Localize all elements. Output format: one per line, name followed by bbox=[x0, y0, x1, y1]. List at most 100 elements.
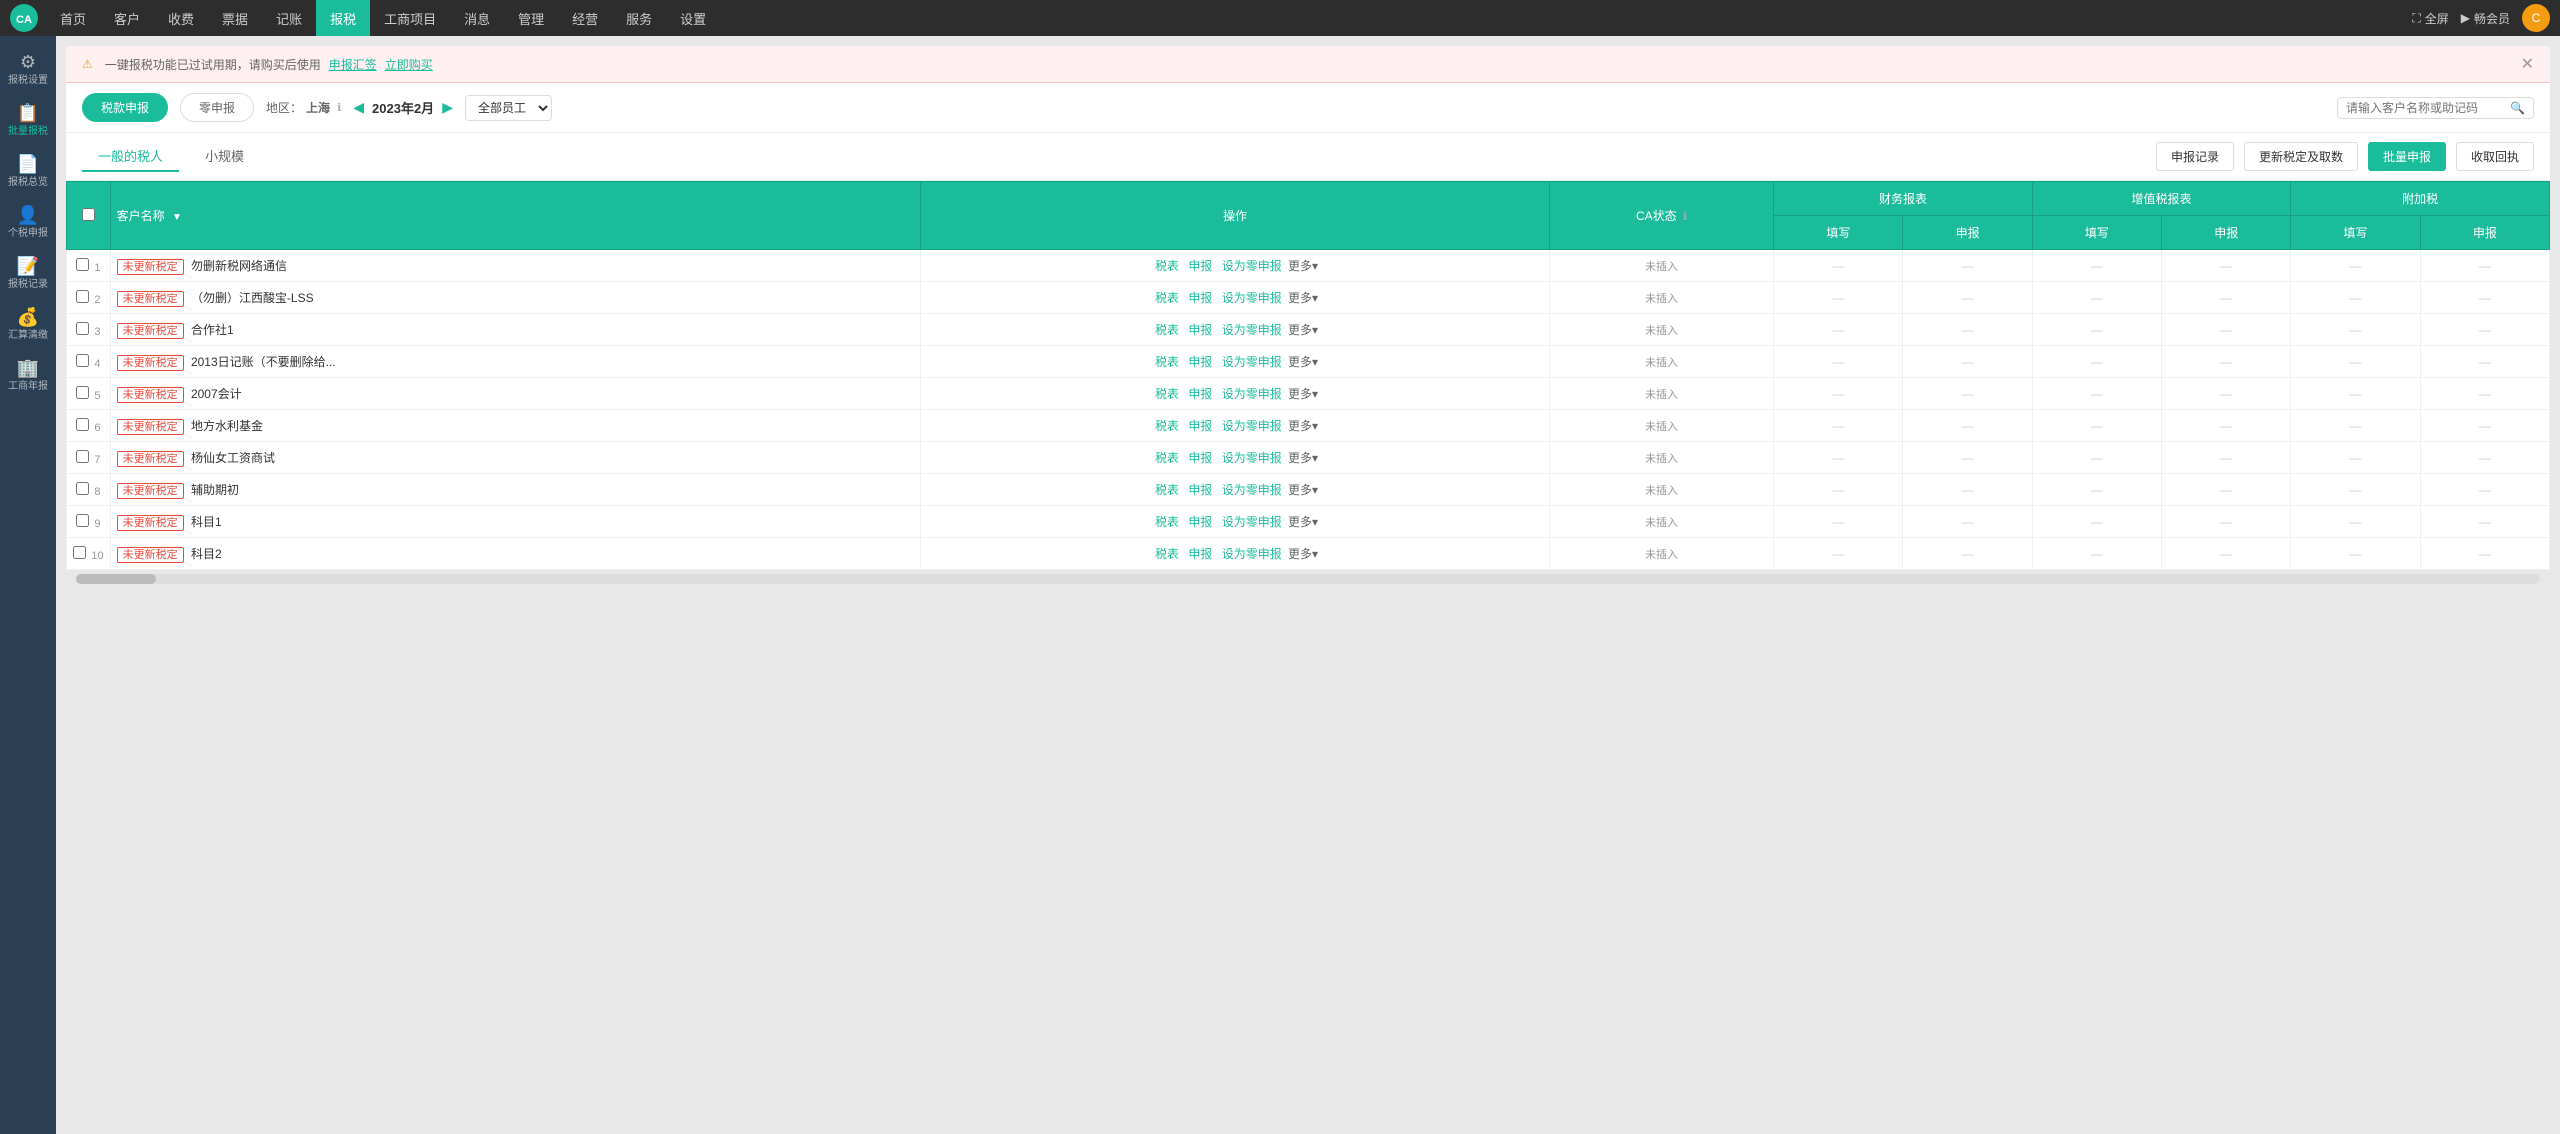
op-zero-declare[interactable]: 设为零申报 bbox=[1222, 323, 1282, 337]
op-declare[interactable]: 申报 bbox=[1188, 419, 1212, 433]
row-tax-declare: — bbox=[2162, 442, 2291, 474]
op-zero-declare[interactable]: 设为零申报 bbox=[1222, 547, 1282, 561]
op-tax-form[interactable]: 税表 bbox=[1155, 419, 1179, 433]
date-next-button[interactable]: ▶ bbox=[442, 99, 453, 116]
nav-invoice[interactable]: 票据 bbox=[208, 0, 262, 36]
logo[interactable]: CA bbox=[10, 4, 38, 32]
op-more[interactable]: 更多▾ bbox=[1288, 323, 1318, 337]
batch-declare-button[interactable]: 批量申报 bbox=[2368, 142, 2446, 171]
op-more[interactable]: 更多▾ bbox=[1288, 547, 1318, 561]
tab-tax-declaration[interactable]: 税款申报 bbox=[82, 93, 168, 122]
op-declare[interactable]: 申报 bbox=[1188, 387, 1212, 401]
select-all-checkbox[interactable] bbox=[82, 208, 95, 221]
alert-close-button[interactable]: ✕ bbox=[2521, 54, 2534, 74]
op-zero-declare[interactable]: 设为零申报 bbox=[1222, 355, 1282, 369]
row-checkbox-0[interactable] bbox=[76, 258, 89, 271]
row-checkbox-5[interactable] bbox=[76, 418, 89, 431]
op-declare[interactable]: 申报 bbox=[1188, 451, 1212, 465]
nav-operations[interactable]: 经营 bbox=[558, 0, 612, 36]
declaration-records-button[interactable]: 申报记录 bbox=[2156, 142, 2234, 171]
nav-home[interactable]: 首页 bbox=[46, 0, 100, 36]
op-more[interactable]: 更多▾ bbox=[1288, 259, 1318, 273]
op-zero-declare[interactable]: 设为零申报 bbox=[1222, 451, 1282, 465]
alert-link-buy[interactable]: 立即购买 bbox=[385, 56, 433, 73]
nav-business[interactable]: 工商项目 bbox=[370, 0, 450, 36]
row-checkbox-2[interactable] bbox=[76, 322, 89, 335]
sort-icon[interactable]: ▼ bbox=[172, 212, 182, 223]
fullscreen-button[interactable]: ⛶ 全屏 bbox=[2412, 10, 2448, 27]
tab-general-taxpayer[interactable]: 一般的税人 bbox=[82, 141, 179, 172]
op-zero-declare[interactable]: 设为零申报 bbox=[1222, 259, 1282, 273]
op-declare[interactable]: 申报 bbox=[1188, 291, 1212, 305]
nav-billing[interactable]: 收费 bbox=[154, 0, 208, 36]
staff-select[interactable]: 全部员工 bbox=[465, 95, 552, 121]
op-zero-declare[interactable]: 设为零申报 bbox=[1222, 387, 1282, 401]
retrieve-receipt-button[interactable]: 收取回执 bbox=[2456, 142, 2534, 171]
nav-service[interactable]: 服务 bbox=[612, 0, 666, 36]
op-declare[interactable]: 申报 bbox=[1188, 547, 1212, 561]
op-tax-form[interactable]: 税表 bbox=[1155, 451, 1179, 465]
row-fin-declare: — bbox=[1903, 346, 2032, 378]
tab-zero-declaration[interactable]: 零申报 bbox=[180, 93, 254, 122]
date-prev-button[interactable]: ◀ bbox=[353, 99, 364, 116]
search-icon[interactable]: 🔍 bbox=[2510, 101, 2525, 115]
nav-tax[interactable]: 报税 bbox=[316, 0, 370, 36]
op-tax-form[interactable]: 税表 bbox=[1155, 291, 1179, 305]
sidebar-item-personal-tax[interactable]: 👤 个税申报 bbox=[0, 197, 56, 248]
op-tax-form[interactable]: 税表 bbox=[1155, 515, 1179, 529]
sidebar-item-tax-settings[interactable]: ⚙ 报税设置 bbox=[0, 44, 56, 95]
update-tax-button[interactable]: 更新税定及取数 bbox=[2244, 142, 2358, 171]
nav-management[interactable]: 管理 bbox=[504, 0, 558, 36]
op-tax-form[interactable]: 税表 bbox=[1155, 483, 1179, 497]
ca-info-icon[interactable]: ℹ bbox=[1683, 211, 1687, 223]
row-checkbox-6[interactable] bbox=[76, 450, 89, 463]
row-checkbox-3[interactable] bbox=[76, 354, 89, 367]
op-more[interactable]: 更多▾ bbox=[1288, 291, 1318, 305]
op-tax-form[interactable]: 税表 bbox=[1155, 547, 1179, 561]
nav-message[interactable]: 消息 bbox=[450, 0, 504, 36]
scroll-track[interactable] bbox=[76, 574, 2540, 584]
op-declare[interactable]: 申报 bbox=[1188, 259, 1212, 273]
region-info-icon[interactable]: ℹ bbox=[337, 101, 341, 114]
row-checkbox-7[interactable] bbox=[76, 482, 89, 495]
op-declare[interactable]: 申报 bbox=[1188, 515, 1212, 529]
row-checkbox-9[interactable] bbox=[73, 546, 86, 559]
op-zero-declare[interactable]: 设为零申报 bbox=[1222, 291, 1282, 305]
row-checkbox-4[interactable] bbox=[76, 386, 89, 399]
op-more[interactable]: 更多▾ bbox=[1288, 387, 1318, 401]
nav-customer[interactable]: 客户 bbox=[100, 0, 154, 36]
op-tax-form[interactable]: 税表 bbox=[1155, 259, 1179, 273]
tab-small-scale[interactable]: 小规模 bbox=[189, 141, 260, 172]
user-avatar[interactable]: C bbox=[2522, 4, 2550, 32]
op-tax-form[interactable]: 税表 bbox=[1155, 323, 1179, 337]
op-declare[interactable]: 申报 bbox=[1188, 355, 1212, 369]
op-declare[interactable]: 申报 bbox=[1188, 323, 1212, 337]
op-zero-declare[interactable]: 设为零申报 bbox=[1222, 483, 1282, 497]
op-declare[interactable]: 申报 bbox=[1188, 483, 1212, 497]
op-more[interactable]: 更多▾ bbox=[1288, 515, 1318, 529]
alert-link-report[interactable]: 申报汇签 bbox=[329, 56, 377, 73]
row-checkbox-1[interactable] bbox=[76, 290, 89, 303]
op-tax-form[interactable]: 税表 bbox=[1155, 355, 1179, 369]
sidebar-item-tax-overview[interactable]: 📄 报税总览 bbox=[0, 146, 56, 197]
op-more[interactable]: 更多▾ bbox=[1288, 483, 1318, 497]
nav-settings[interactable]: 设置 bbox=[666, 0, 720, 36]
row-checkbox-cell: 9 bbox=[67, 506, 111, 538]
sidebar-item-settlement[interactable]: 💰 汇算清缴 bbox=[0, 299, 56, 350]
row-checkbox-8[interactable] bbox=[76, 514, 89, 527]
sidebar-item-tax-records[interactable]: 📝 报税记录 bbox=[0, 248, 56, 299]
search-input[interactable] bbox=[2346, 101, 2506, 115]
sidebar-item-batch-tax[interactable]: 📋 批量报税 bbox=[0, 95, 56, 146]
row-add-fill: — bbox=[2291, 346, 2420, 378]
nav-bookkeeping[interactable]: 记账 bbox=[262, 0, 316, 36]
op-more[interactable]: 更多▾ bbox=[1288, 451, 1318, 465]
horizontal-scrollbar[interactable] bbox=[66, 570, 2550, 588]
op-zero-declare[interactable]: 设为零申报 bbox=[1222, 515, 1282, 529]
sidebar-item-annual-report[interactable]: 🏢 工商年报 bbox=[0, 350, 56, 401]
op-more[interactable]: 更多▾ bbox=[1288, 355, 1318, 369]
op-more[interactable]: 更多▾ bbox=[1288, 419, 1318, 433]
scroll-thumb[interactable] bbox=[76, 574, 156, 584]
op-tax-form[interactable]: 税表 bbox=[1155, 387, 1179, 401]
upgrade-button[interactable]: ▶ 畅会员 bbox=[2461, 10, 2510, 27]
op-zero-declare[interactable]: 设为零申报 bbox=[1222, 419, 1282, 433]
